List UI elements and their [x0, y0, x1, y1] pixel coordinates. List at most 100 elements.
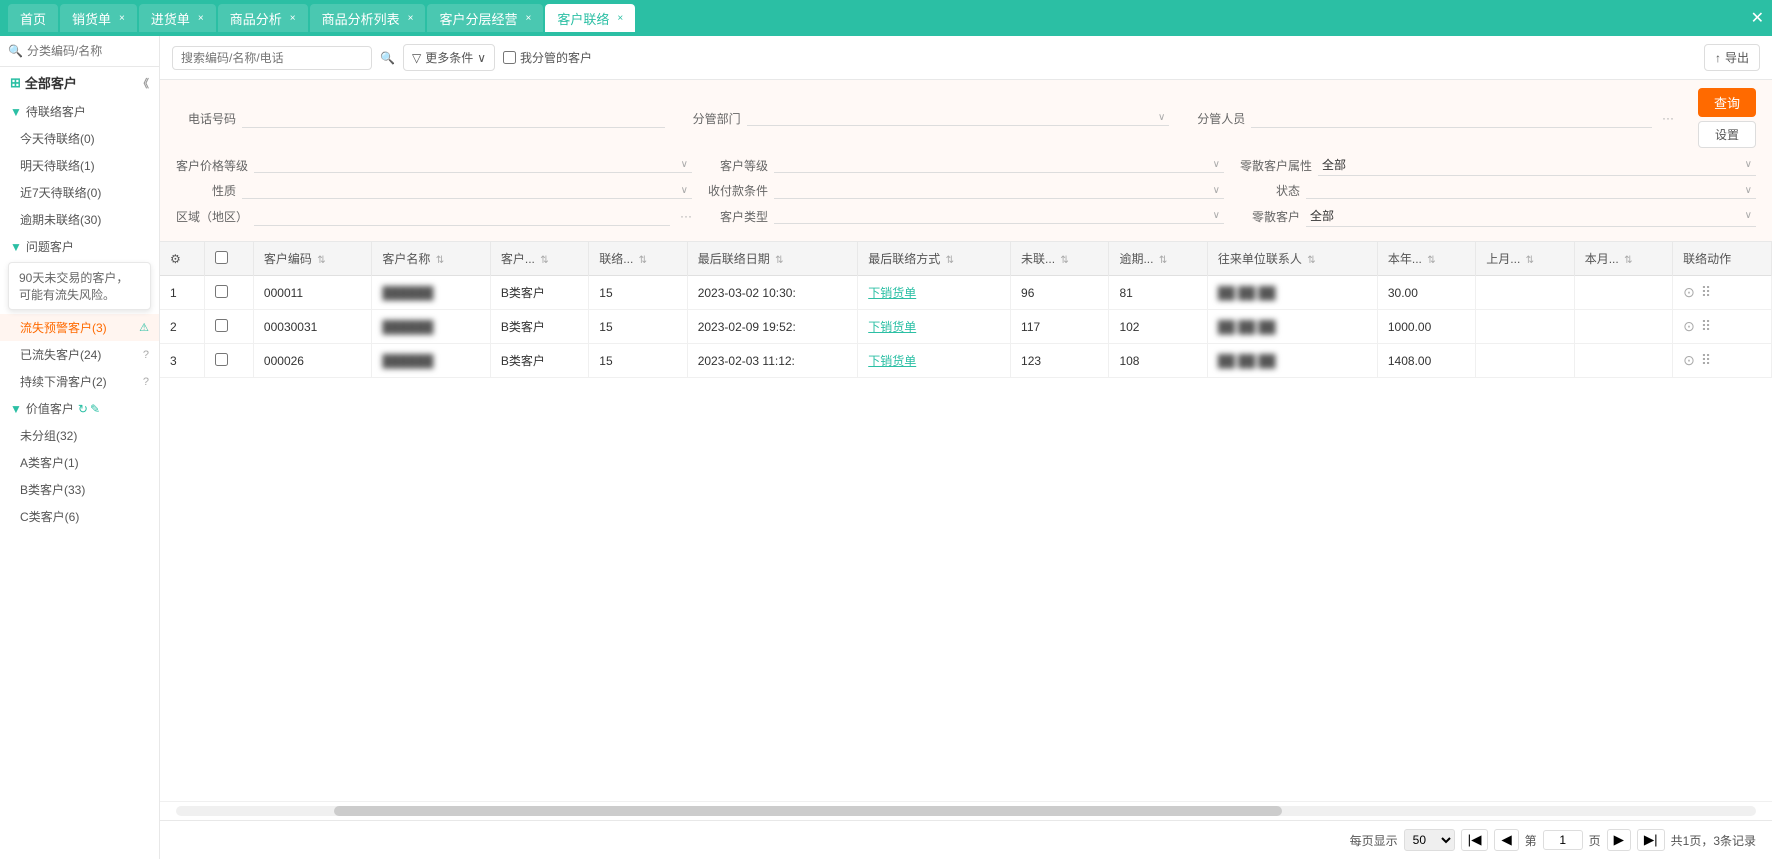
cell-last-method[interactable]: 下销货单 — [858, 344, 1011, 378]
th-last-method[interactable]: 最后联络方式 ⇅ — [858, 242, 1011, 276]
per-page-select[interactable]: 50 100 — [1404, 829, 1455, 851]
th-this-year[interactable]: 本年... ⇅ — [1377, 242, 1475, 276]
sidebar-group-value[interactable]: ▼ 价值客户 ↻ ✎ — [0, 395, 159, 422]
manager-dots-icon[interactable]: ··· — [1662, 111, 1674, 125]
th-contact[interactable]: 联络... ⇅ — [589, 242, 687, 276]
my-customers-checkbox[interactable]: 我分管的客户 — [503, 49, 592, 66]
sidebar-item-overdue-contact[interactable]: 逾期未联络(30) — [0, 206, 159, 233]
retail-customer-select[interactable]: 全部 ∨ — [1306, 205, 1756, 227]
next-page-btn[interactable]: ▶ — [1607, 829, 1631, 851]
filter-search-input[interactable] — [172, 46, 372, 70]
tab-customer-tier-close[interactable]: × — [525, 13, 531, 24]
th-code[interactable]: 客户编码 ⇅ — [253, 242, 371, 276]
advanced-filter-panel: 电话号码 分管部门 ∨ 分管人员 ··· 查询 — [160, 80, 1772, 242]
th-this-month[interactable]: 本月... ⇅ — [1574, 242, 1672, 276]
nature-select[interactable]: ∨ — [242, 183, 692, 199]
th-contact-person[interactable]: 往来单位联系人 ⇅ — [1207, 242, 1377, 276]
th-last-month[interactable]: 上月... ⇅ — [1476, 242, 1574, 276]
cell-checkbox[interactable] — [205, 344, 254, 378]
sidebar-item-today[interactable]: 今天待联络(0) — [0, 125, 159, 152]
sidebar-item-churned[interactable]: 已流失客户(24) ? — [0, 341, 159, 368]
th-last-date[interactable]: 最后联络日期 ⇅ — [687, 242, 858, 276]
sidebar-group-pending[interactable]: ▼ 待联络客户 — [0, 98, 159, 125]
close-all-tabs[interactable]: ✕ — [1751, 8, 1764, 28]
tab-analysis-close[interactable]: × — [290, 13, 296, 24]
last-page-btn[interactable]: ▶| — [1637, 829, 1665, 851]
sidebar-item-class-b[interactable]: B类客户(33) — [0, 476, 159, 503]
more-conditions-btn[interactable]: ▽ 更多条件 ∨ — [403, 44, 495, 71]
dept-select[interactable]: ∨ — [747, 110, 1170, 126]
cell-contact: 15 — [589, 344, 687, 378]
customer-type-select[interactable]: ∨ — [774, 208, 1224, 224]
th-settings[interactable]: ⚙ — [160, 242, 205, 276]
settings-btn[interactable]: 设置 — [1698, 121, 1756, 148]
field-customer-level: 客户等级 ∨ — [708, 157, 1224, 174]
prev-page-btn[interactable]: ◀ — [1494, 829, 1518, 851]
tab-analysis[interactable]: 商品分析 × — [218, 4, 308, 32]
filter-bar: 🔍 ▽ 更多条件 ∨ 我分管的客户 ↑ 导出 — [160, 36, 1772, 80]
phone-input[interactable] — [242, 109, 665, 128]
tab-purchase-close[interactable]: × — [198, 13, 204, 24]
action-menu-icon[interactable]: ⠿ — [1701, 318, 1711, 335]
page-number-input[interactable] — [1543, 830, 1583, 850]
th-overdue[interactable]: 逾期... ⇅ — [1109, 242, 1207, 276]
cell-last-method[interactable]: 下销货单 — [858, 310, 1011, 344]
tab-sales-close[interactable]: × — [119, 13, 125, 24]
sidebar-collapse-icon[interactable]: 《 — [138, 75, 149, 91]
scroll-track[interactable] — [176, 806, 1756, 816]
tab-customer-tier[interactable]: 客户分层经营 × — [427, 4, 543, 32]
sidebar-item-class-a[interactable]: A类客户(1) — [0, 449, 159, 476]
cell-last-method[interactable]: 下销货单 — [858, 276, 1011, 310]
cell-action[interactable]: ⊙ ⠿ — [1673, 276, 1772, 310]
first-page-btn[interactable]: |◀ — [1461, 829, 1489, 851]
tab-analysis-list-close[interactable]: × — [408, 13, 414, 24]
sidebar-item-declining[interactable]: 持续下滑客户(2) ? — [0, 368, 159, 395]
th-no-contact[interactable]: 未联... ⇅ — [1011, 242, 1109, 276]
select-all-checkbox[interactable] — [215, 251, 228, 264]
th-checkbox[interactable] — [205, 242, 254, 276]
action-menu-icon[interactable]: ⠿ — [1701, 352, 1711, 369]
query-buttons: 查询 设置 — [1690, 88, 1756, 148]
th-name[interactable]: 客户名称 ⇅ — [372, 242, 490, 276]
th-type[interactable]: 客户... ⇅ — [490, 242, 588, 276]
price-level-select[interactable]: ∨ — [254, 157, 692, 173]
filter-search-icon[interactable]: 🔍 — [380, 51, 395, 65]
sidebar-group-problem[interactable]: ▼ 问题客户 — [0, 233, 159, 260]
sidebar-item-tomorrow[interactable]: 明天待联络(1) — [0, 152, 159, 179]
region-input[interactable] — [254, 207, 670, 226]
action-link-icon[interactable]: ⊙ — [1683, 352, 1695, 369]
sidebar-search-input[interactable] — [27, 44, 160, 58]
tab-customer-contact-close[interactable]: × — [617, 13, 623, 24]
action-menu-icon[interactable]: ⠿ — [1701, 284, 1711, 301]
cell-action[interactable]: ⊙ ⠿ — [1673, 310, 1772, 344]
sidebar-item-class-c[interactable]: C类客户(6) — [0, 503, 159, 530]
retail-attr-select[interactable]: 全部 ∨ — [1318, 154, 1756, 176]
tab-sales[interactable]: 销货单 × — [60, 4, 137, 32]
edit-icon[interactable]: ✎ — [90, 402, 100, 416]
sidebar-item-ungrouped[interactable]: 未分组(32) — [0, 422, 159, 449]
payment-chevron-icon: ∨ — [1213, 185, 1220, 196]
payment-select[interactable]: ∨ — [774, 183, 1224, 199]
cell-this-year: 1408.00 — [1377, 344, 1475, 378]
sidebar-item-churn-warning[interactable]: 流失预警客户(3) ⚠ — [0, 314, 159, 341]
customer-level-select[interactable]: ∨ — [774, 157, 1224, 173]
action-link-icon[interactable]: ⊙ — [1683, 318, 1695, 335]
tab-analysis-list[interactable]: 商品分析列表 × — [310, 4, 426, 32]
action-link-icon[interactable]: ⊙ — [1683, 284, 1695, 301]
sidebar-item-7days[interactable]: 近7天待联络(0) — [0, 179, 159, 206]
region-dots-icon[interactable]: ··· — [680, 209, 692, 223]
all-customers-header[interactable]: ⊞ 全部客户 《 — [0, 67, 159, 98]
tab-home[interactable]: 首页 — [8, 4, 58, 32]
export-btn[interactable]: ↑ 导出 — [1704, 44, 1760, 71]
cell-checkbox[interactable] — [205, 276, 254, 310]
tab-customer-contact[interactable]: 客户联络 × — [545, 4, 635, 32]
cell-action[interactable]: ⊙ ⠿ — [1673, 344, 1772, 378]
cell-checkbox[interactable] — [205, 310, 254, 344]
tab-purchase[interactable]: 进货单 × — [139, 4, 216, 32]
scroll-thumb[interactable] — [334, 806, 1282, 816]
manager-input[interactable] — [1251, 109, 1652, 128]
my-customers-checkbox-input[interactable] — [503, 51, 516, 64]
refresh-icon[interactable]: ↻ — [78, 402, 88, 416]
status-select[interactable]: ∨ — [1306, 183, 1756, 199]
query-btn[interactable]: 查询 — [1698, 88, 1756, 117]
